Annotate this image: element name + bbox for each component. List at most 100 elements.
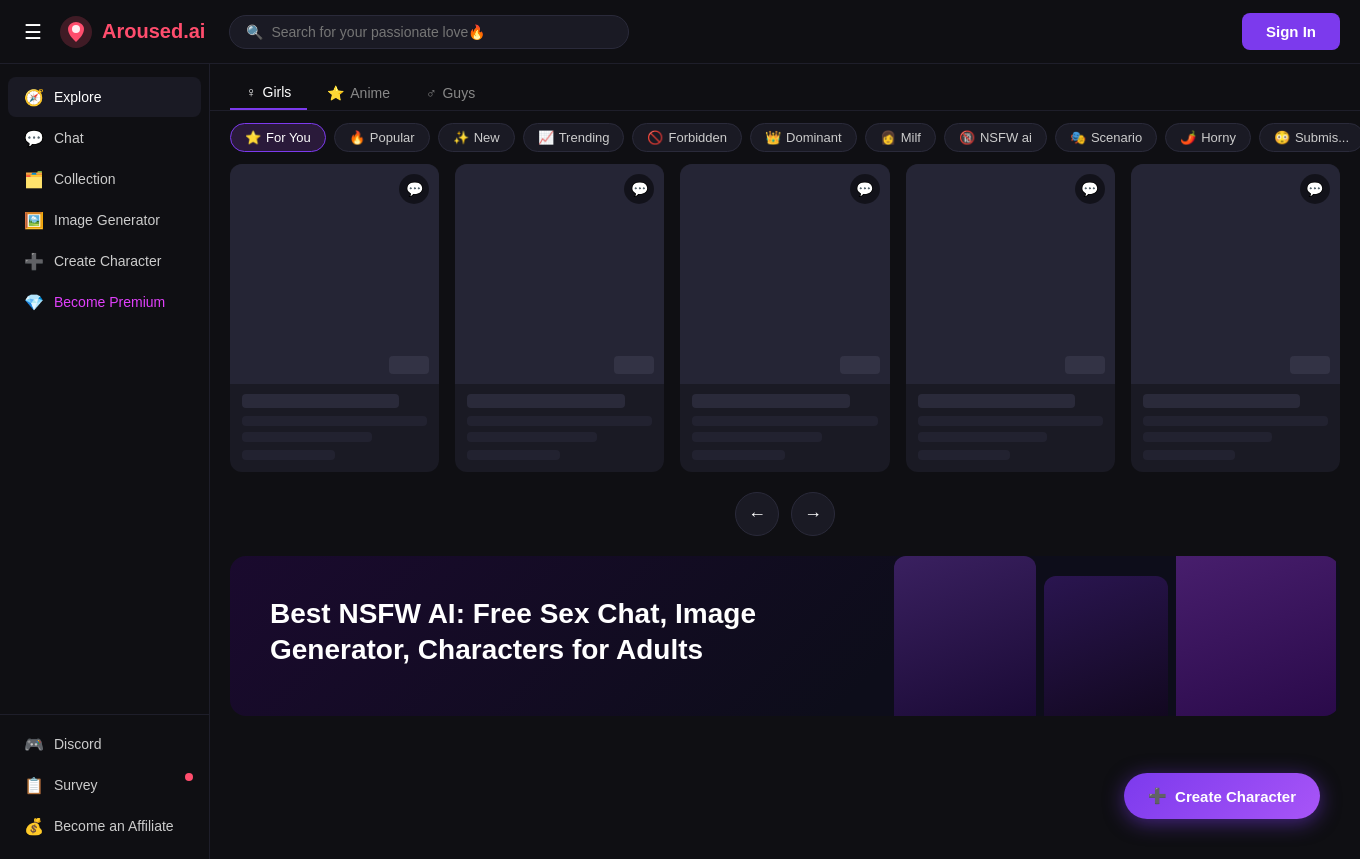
- tag-label-horny: Horny: [1201, 130, 1236, 145]
- card-stats-skeleton: [1143, 450, 1236, 460]
- tab-label-guys: Guys: [442, 85, 475, 101]
- logo-text: Aroused.ai: [102, 20, 205, 43]
- card[interactable]: 💬: [906, 164, 1115, 472]
- card-image: 💬: [906, 164, 1115, 384]
- search-bar[interactable]: 🔍: [229, 15, 629, 49]
- logo[interactable]: Aroused.ai: [58, 14, 205, 50]
- sidebar-label-collection: Collection: [54, 171, 115, 187]
- tag-label-nsfw-ai: NSFW ai: [980, 130, 1032, 145]
- card-image: 💬: [680, 164, 889, 384]
- card-skeleton-tag: [389, 356, 429, 374]
- sidebar-item-chat[interactable]: 💬Chat: [8, 118, 201, 158]
- card-desc-skeleton-short: [467, 432, 597, 442]
- create-character-floating-button[interactable]: ➕ Create Character: [1124, 773, 1320, 819]
- search-input[interactable]: [271, 24, 612, 40]
- filter-tag-scenario[interactable]: 🎭Scenario: [1055, 123, 1157, 152]
- nav-arrows: ← →: [210, 472, 1360, 556]
- prev-button[interactable]: ←: [735, 492, 779, 536]
- filter-tags: ⭐ For You 🔥 Popular ✨New 📈Trending🚫Forbidden 👑…: [210, 111, 1360, 164]
- hero-section: Best NSFW AI: Free Sex Chat, Image Gener…: [230, 556, 1340, 716]
- filter-tag-dominant[interactable]: 👑Dominant: [750, 123, 857, 152]
- chat-bubble-icon: 💬: [850, 174, 880, 204]
- sidebar-item-survey[interactable]: 📋 Survey: [8, 765, 201, 805]
- tag-label-for-you: For You: [266, 130, 311, 145]
- filter-tag-submissive[interactable]: 😳Submis...: [1259, 123, 1360, 152]
- sidebar-item-discord[interactable]: 🎮Discord: [8, 724, 201, 764]
- horny-icon: 🌶️: [1180, 130, 1196, 145]
- sidebar-item-image-generator[interactable]: 🖼️ Image Generator: [8, 200, 201, 240]
- collection-icon: 🗂️: [24, 169, 44, 189]
- sidebar-item-affiliate[interactable]: 💰Become an Affiliate: [8, 806, 201, 846]
- card-name-skeleton: [1143, 394, 1300, 408]
- create-character-icon: ➕: [24, 251, 44, 271]
- plus-icon: ➕: [1148, 787, 1167, 805]
- sidebar-label-chat: Chat: [54, 130, 84, 146]
- card-name-skeleton: [242, 394, 399, 408]
- sign-in-button[interactable]: Sign In: [1242, 13, 1340, 50]
- sidebar-label-survey: Survey: [54, 777, 98, 793]
- card-body: [230, 384, 439, 472]
- svg-point-1: [72, 25, 80, 33]
- filter-tag-forbidden[interactable]: 🚫Forbidden: [632, 123, 742, 152]
- filter-tag-new[interactable]: ✨New: [438, 123, 515, 152]
- hero-character-2: [1044, 576, 1168, 716]
- category-tab-girls[interactable]: ♀Girls: [230, 76, 307, 110]
- card-desc-skeleton-short: [242, 432, 372, 442]
- filter-tag-for-you[interactable]: ⭐ For You: [230, 123, 326, 152]
- guys-icon: ♂: [426, 85, 437, 101]
- card[interactable]: 💬: [1131, 164, 1340, 472]
- category-tab-anime[interactable]: ⭐Anime: [311, 76, 406, 110]
- card[interactable]: 💬: [680, 164, 889, 472]
- menu-button[interactable]: ☰: [20, 16, 46, 48]
- card-name-skeleton: [918, 394, 1075, 408]
- sidebar-item-explore[interactable]: 🧭 Explore: [8, 77, 201, 117]
- nsfw-ai-icon: 🔞: [959, 130, 975, 145]
- filter-tag-trending[interactable]: 📈Trending: [523, 123, 625, 152]
- search-icon: 🔍: [246, 24, 263, 40]
- chat-bubble-icon: 💬: [399, 174, 429, 204]
- sidebar-item-become-premium[interactable]: 💎Become Premium: [8, 282, 201, 322]
- tag-label-popular: Popular: [370, 130, 415, 145]
- card-desc-skeleton-short: [692, 432, 822, 442]
- card-desc-skeleton: [242, 416, 427, 426]
- sidebar-label-explore: Explore: [54, 89, 101, 105]
- explore-icon: 🧭: [24, 87, 44, 107]
- popular-icon: 🔥: [349, 130, 365, 145]
- filter-tag-nsfw-ai[interactable]: 🔞 NSFW ai: [944, 123, 1047, 152]
- sidebar-label-affiliate: Become an Affiliate: [54, 818, 174, 834]
- new-icon: ✨: [453, 130, 469, 145]
- filter-tag-popular[interactable]: 🔥 Popular: [334, 123, 430, 152]
- card-desc-skeleton: [692, 416, 877, 426]
- cards-section: 💬 💬: [210, 164, 1360, 472]
- image-generator-icon: 🖼️: [24, 210, 44, 230]
- sidebar-label-image-generator: Image Generator: [54, 212, 160, 228]
- card[interactable]: 💬: [455, 164, 664, 472]
- card-body: [906, 384, 1115, 472]
- card-desc-skeleton-short: [1143, 432, 1273, 442]
- sidebar-item-create-character[interactable]: ➕Create Character: [8, 241, 201, 281]
- card-name-skeleton: [692, 394, 849, 408]
- for-you-icon: ⭐: [245, 130, 261, 145]
- card-name-skeleton: [467, 394, 624, 408]
- next-button[interactable]: →: [791, 492, 835, 536]
- chat-bubble-icon: 💬: [1300, 174, 1330, 204]
- card-desc-skeleton: [1143, 416, 1328, 426]
- filter-tag-horny[interactable]: 🌶️ Horny: [1165, 123, 1251, 152]
- sidebar-bottom: 🎮Discord 📋 Survey 💰Become an Affiliate: [0, 714, 209, 847]
- sidebar-item-collection[interactable]: 🗂️ Collection: [8, 159, 201, 199]
- tag-label-forbidden: Forbidden: [668, 130, 727, 145]
- card-skeleton-tag: [1065, 356, 1105, 374]
- main-layout: 🧭Explore💬Chat🗂️Collection🖼️Image Generat…: [0, 64, 1360, 859]
- survey-icon: 📋: [24, 775, 44, 795]
- logo-icon: [58, 14, 94, 50]
- category-tab-guys[interactable]: ♂ Guys: [410, 76, 491, 110]
- card[interactable]: 💬: [230, 164, 439, 472]
- filter-tag-milf[interactable]: 👩 Milf: [865, 123, 936, 152]
- sidebar-label-become-premium: Become Premium: [54, 294, 165, 310]
- chat-bubble-icon: 💬: [1075, 174, 1105, 204]
- tag-label-milf: Milf: [901, 130, 921, 145]
- milf-icon: 👩: [880, 130, 896, 145]
- hamburger-icon: ☰: [24, 21, 42, 43]
- discord-icon: 🎮: [24, 734, 44, 754]
- card-body: [455, 384, 664, 472]
